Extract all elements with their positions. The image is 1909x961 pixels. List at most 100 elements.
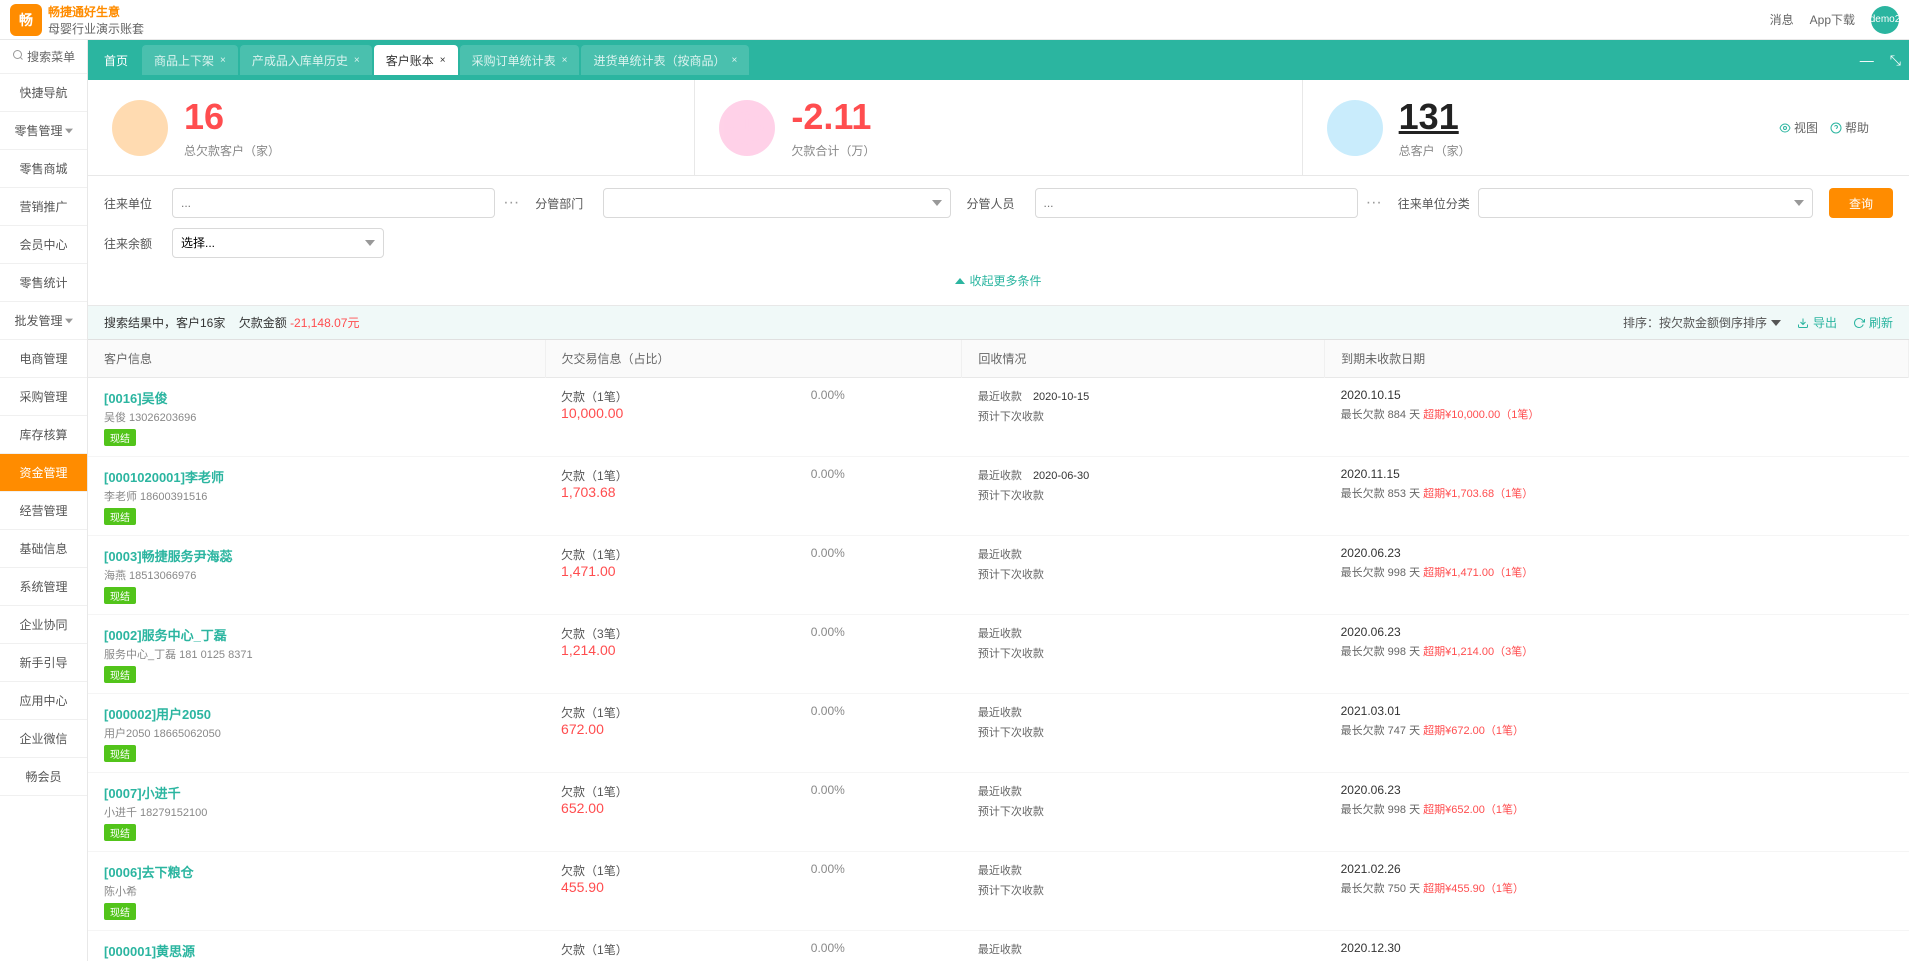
result-bar: 搜索结果中，客户16家 欠款金额 -21,148.07元 排序：按欠款金额倒序排…	[88, 306, 1909, 340]
sidebar-item-ecommerce[interactable]: 电商管理	[0, 340, 87, 378]
tab-close-product-shelf[interactable]: ×	[220, 55, 226, 66]
view-btn[interactable]: 视图	[1779, 119, 1818, 136]
tab-close-purchase-stats[interactable]: ×	[562, 55, 568, 66]
tab-purchase-stats[interactable]: 采购订单统计表 ×	[460, 45, 580, 75]
help-btn[interactable]: 帮助	[1830, 119, 1869, 136]
tab-close-product-history[interactable]: ×	[354, 55, 360, 66]
customer-name[interactable]: [0002]服务中心_丁磊	[104, 625, 529, 644]
debt-amount[interactable]: 652.00	[561, 800, 779, 816]
message-btn[interactable]: 消息	[1770, 11, 1794, 28]
collapse-btn[interactable]: 收起更多条件	[104, 268, 1893, 293]
stat-bar-right: 视图 帮助	[1779, 119, 1885, 136]
tab-collapse-btn[interactable]: —	[1856, 52, 1878, 69]
tab-purchase-product-stats[interactable]: 进货单统计表（按商品） ×	[581, 45, 749, 75]
debt-amount[interactable]: 1,703.68	[561, 484, 779, 500]
next-collect: 预计下次收款	[978, 408, 1309, 424]
sidebar-item-newbie-guide[interactable]: 新手引导	[0, 644, 87, 682]
sidebar-item-member-center[interactable]: 会员中心	[0, 226, 87, 264]
customer-name[interactable]: [000002]用户2050	[104, 704, 529, 723]
customer-name[interactable]: [000001]黄思源	[104, 941, 529, 960]
overdue-amount[interactable]: 超期¥672.00（1笔）	[1423, 725, 1524, 737]
table-row: [0007]小进千 小进千 18279152100 现结 欠款（1笔） 652.…	[88, 773, 1909, 852]
customer-name[interactable]: [0007]小进千	[104, 783, 529, 802]
due-date-cell: 2020.12.30 最长欠款 808 天 超期¥429.00（1笔）	[1325, 931, 1909, 961]
filter-supplier-input[interactable]	[172, 188, 495, 218]
customer-badge: 现结	[104, 587, 136, 604]
sidebar-item-chang-member[interactable]: 畅会员	[0, 758, 87, 796]
customer-name[interactable]: [0001020001]李老师	[104, 467, 529, 486]
sidebar-item-enterprise-collab[interactable]: 企业协同	[0, 606, 87, 644]
sidebar-item-marketing[interactable]: 营销推广	[0, 188, 87, 226]
customer-phone: 服务中心_丁磊 181 0125 8371	[104, 646, 529, 662]
stat-label-total-customers: 总客户（家）	[1399, 142, 1471, 159]
overdue-amount[interactable]: 超期¥1,214.00（3笔）	[1423, 646, 1533, 658]
collect-info-cell: 最近收款 2020-06-30 预计下次收款	[962, 457, 1325, 536]
filter-dept-label: 分管部门	[535, 195, 595, 212]
app-download-btn[interactable]: App下载	[1810, 11, 1855, 28]
tab-close-customer-account[interactable]: ×	[440, 55, 446, 66]
sidebar-item-enterprise-wechat[interactable]: 企业微信	[0, 720, 87, 758]
sidebar-item-business-mgmt[interactable]: 经营管理	[0, 492, 87, 530]
sidebar-item-app-center[interactable]: 应用中心	[0, 682, 87, 720]
tab-close-purchase-product-stats[interactable]: ×	[731, 55, 737, 66]
debt-amount[interactable]: 1,214.00	[561, 642, 779, 658]
user-avatar[interactable]: demo2	[1871, 6, 1899, 34]
filter-balance-select[interactable]: 选择...	[172, 228, 384, 258]
export-btn[interactable]: 导出	[1797, 314, 1837, 331]
sidebar-item-retail-stats[interactable]: 零售统计	[0, 264, 87, 302]
last-collect: 最近收款 2020-10-15	[978, 388, 1309, 404]
tab-expand-btn[interactable]: ⤡	[1886, 52, 1905, 69]
sidebar-item-quick-nav[interactable]: 快捷导航	[0, 74, 87, 112]
overdue-amount[interactable]: 超期¥455.90（1笔）	[1423, 883, 1524, 895]
customer-badge: 现结	[104, 508, 136, 525]
next-collect: 预计下次收款	[978, 645, 1309, 661]
tab-customer-account[interactable]: 客户账本 ×	[374, 45, 458, 75]
filter-dept-select[interactable]	[603, 188, 950, 218]
refresh-btn[interactable]: 刷新	[1853, 314, 1893, 331]
overdue-amount[interactable]: 超期¥1,703.68（1笔）	[1423, 488, 1533, 500]
debt-pct-cell: 0.00%	[795, 773, 962, 852]
customer-name[interactable]: [0016]吴俊	[104, 388, 529, 407]
debt-info-cell: 欠款（1笔） 455.90	[545, 852, 795, 931]
overdue-amount[interactable]: 超期¥10,000.00（1笔）	[1423, 409, 1539, 421]
customer-name[interactable]: [0003]畅捷服务尹海蕊	[104, 546, 529, 565]
tab-product-history[interactable]: 产成品入库单历史 ×	[240, 45, 372, 75]
sidebar-item-basic-info[interactable]: 基础信息	[0, 530, 87, 568]
collect-info-cell: 最近收款 预计下次收款	[962, 615, 1325, 694]
due-date: 2021.02.26	[1341, 862, 1893, 876]
debt-amount[interactable]: 672.00	[561, 721, 779, 737]
filter-person-input[interactable]	[1035, 188, 1358, 218]
overdue-info: 最长欠款 998 天 超期¥1,214.00（3笔）	[1341, 643, 1893, 659]
chevron-down-icon	[65, 317, 73, 325]
overdue-amount[interactable]: 超期¥1,471.00（1笔）	[1423, 567, 1533, 579]
sidebar-search[interactable]: 搜索菜单	[0, 40, 87, 74]
filter-category-select[interactable]	[1478, 188, 1813, 218]
filter-person-dots[interactable]: ···	[1366, 194, 1382, 212]
debt-amount[interactable]: 10,000.00	[561, 405, 779, 421]
collect-info-cell: 最近收款 预计下次收款	[962, 773, 1325, 852]
result-sort[interactable]: 排序：按欠款金额倒序排序	[1623, 314, 1781, 331]
sidebar-item-retail-mall[interactable]: 零售商城	[0, 150, 87, 188]
collect-info-cell: 最近收款 预计下次收款	[962, 694, 1325, 773]
debt-amount[interactable]: 1,471.00	[561, 563, 779, 579]
tab-product-shelf[interactable]: 商品上下架 ×	[142, 45, 238, 75]
sidebar-item-retail-mgmt[interactable]: 零售管理	[0, 112, 87, 150]
sidebar-item-finance-mgmt[interactable]: 资金管理	[0, 454, 87, 492]
sidebar-item-wholesale-mgmt[interactable]: 批发管理	[0, 302, 87, 340]
customer-name[interactable]: [0006]去下粮仓	[104, 862, 529, 881]
sidebar-item-purchase-mgmt[interactable]: 采购管理	[0, 378, 87, 416]
last-collect: 最近收款	[978, 783, 1309, 799]
due-date-cell: 2021.02.26 最长欠款 750 天 超期¥455.90（1笔）	[1325, 852, 1909, 931]
search-button[interactable]: 查询	[1829, 188, 1893, 218]
filter-supplier-dots[interactable]: ···	[503, 194, 519, 212]
sidebar-item-system-mgmt[interactable]: 系统管理	[0, 568, 87, 606]
debt-pct: 0.00%	[811, 388, 946, 402]
tab-home[interactable]: 首页	[92, 45, 140, 75]
debt-amount[interactable]: 455.90	[561, 879, 779, 895]
debt-pct: 0.00%	[811, 941, 946, 955]
collect-info-cell: 最近收款 预计下次收款	[962, 536, 1325, 615]
customer-info-cell: [0007]小进千 小进千 18279152100 现结	[88, 773, 545, 852]
sidebar-item-inventory[interactable]: 库存核算	[0, 416, 87, 454]
overdue-amount[interactable]: 超期¥652.00（1笔）	[1423, 804, 1524, 816]
overdue-info: 最长欠款 884 天 超期¥10,000.00（1笔）	[1341, 406, 1893, 422]
